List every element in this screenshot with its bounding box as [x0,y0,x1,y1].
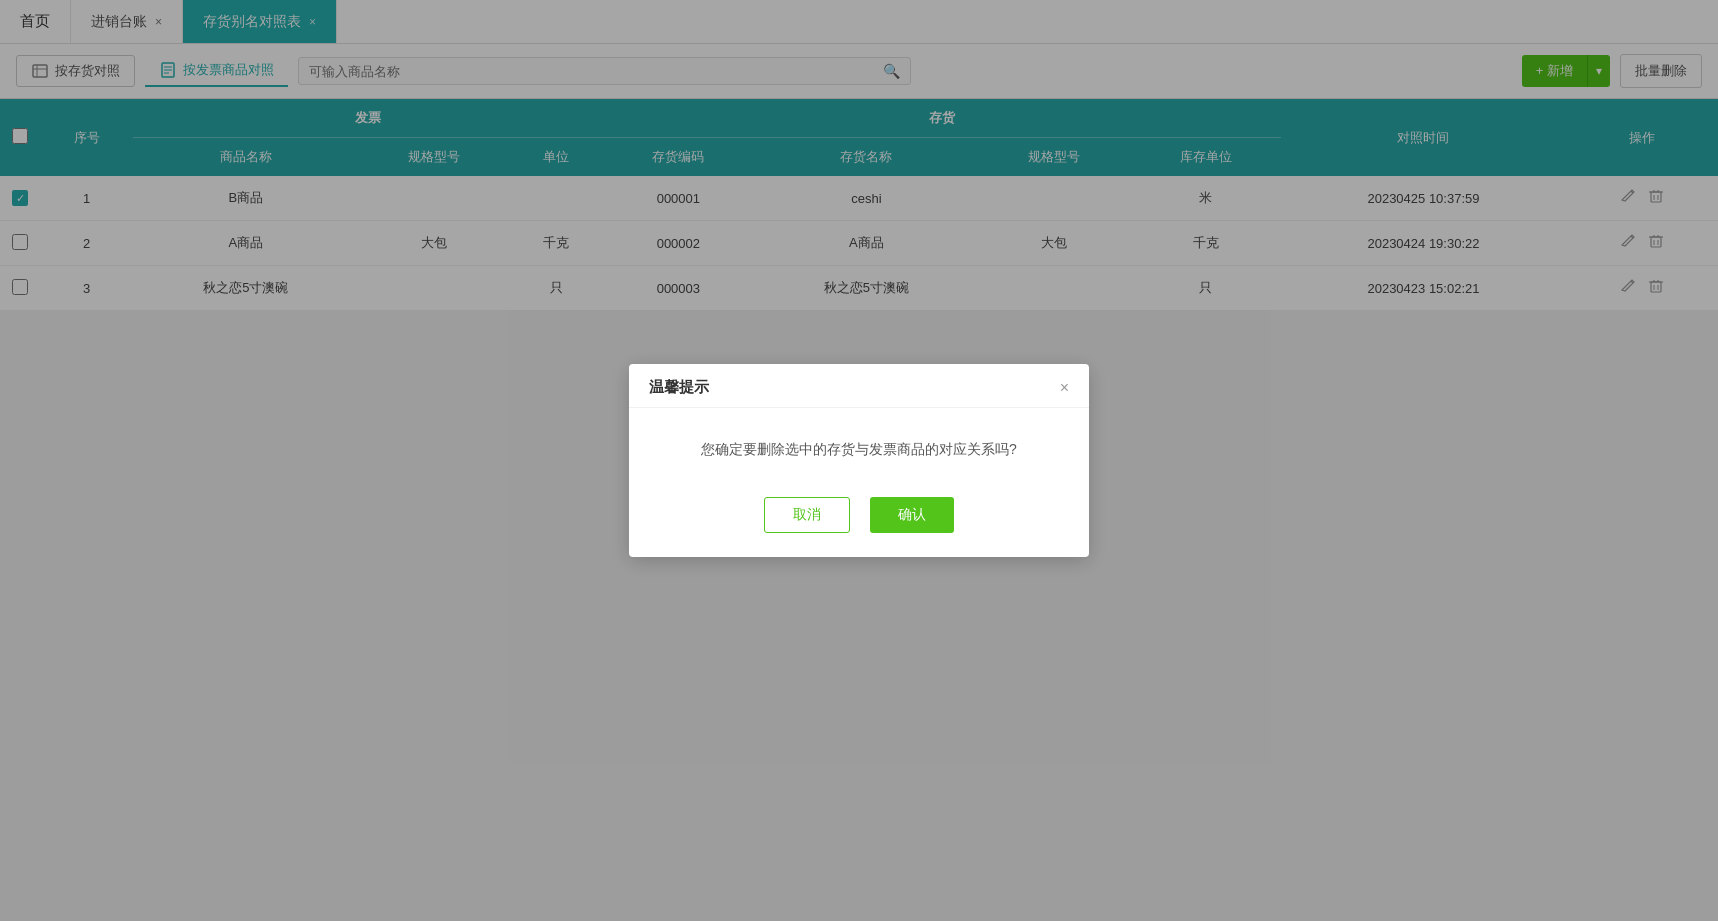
overlay: 温馨提示 × 您确定要删除选中的存货与发票商品的对应关系吗? 取消 确认 [0,0,1718,311]
